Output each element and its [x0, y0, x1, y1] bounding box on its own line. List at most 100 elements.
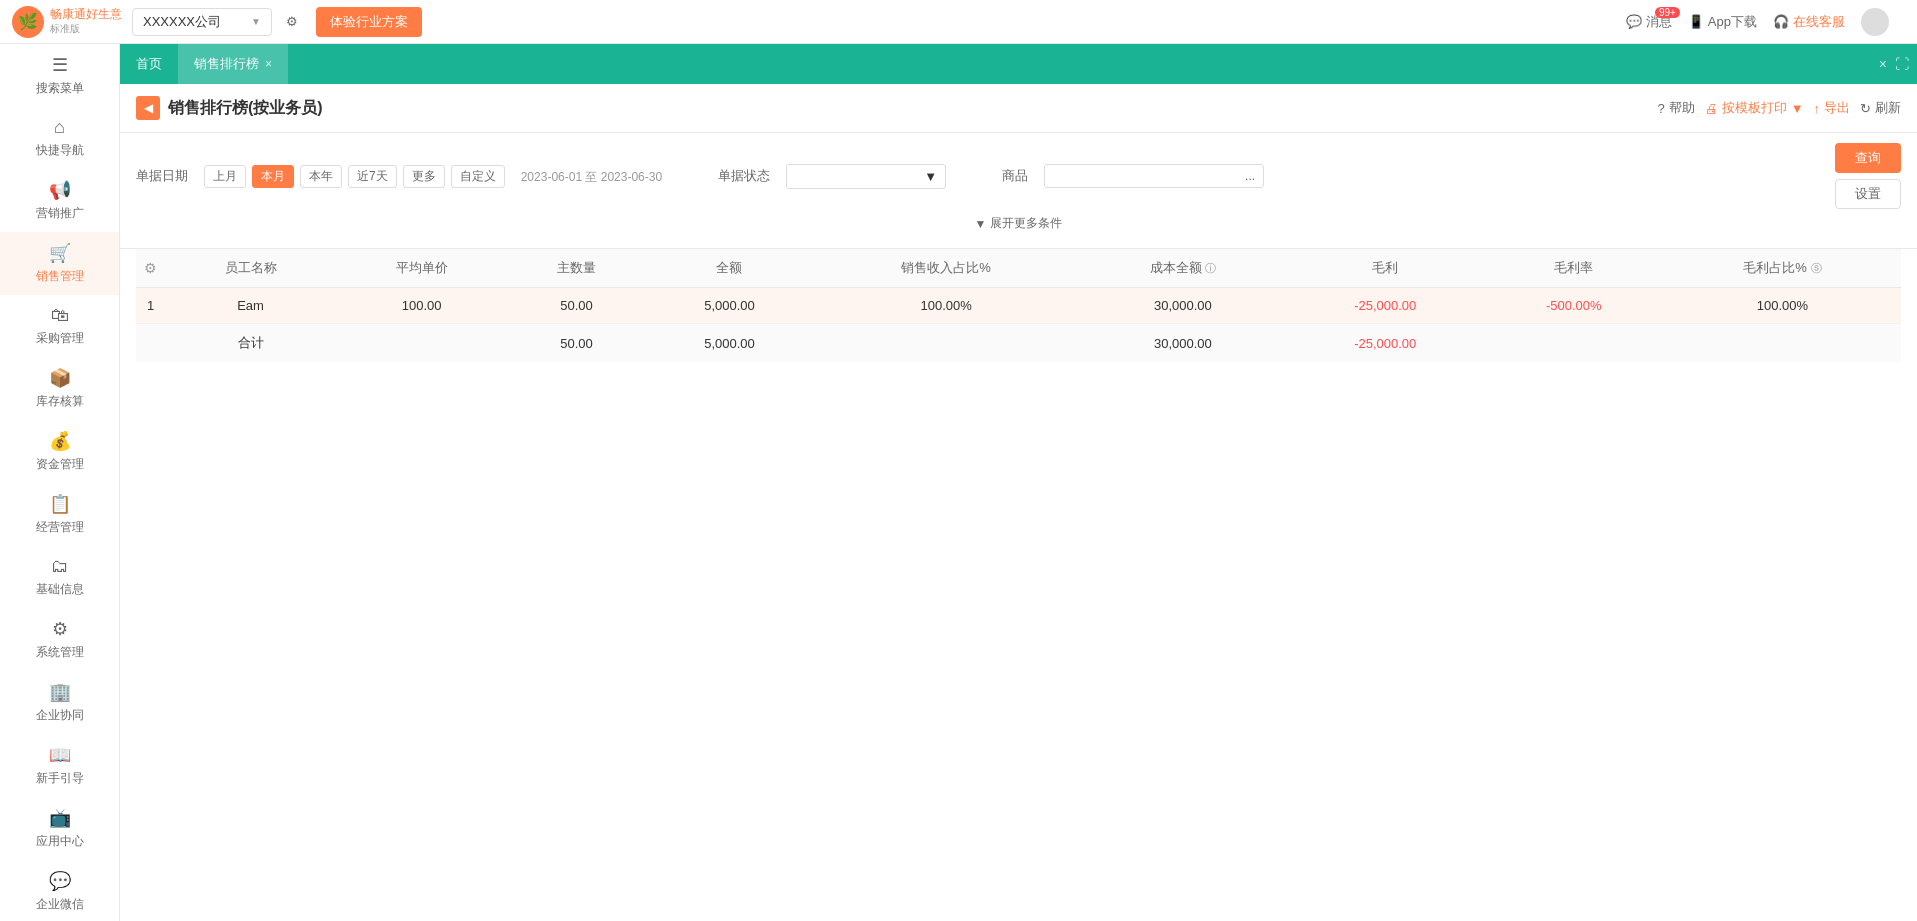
goods-filter-label: 商品 [1002, 167, 1028, 185]
sidebar-label-operation: 经营管理 [36, 519, 84, 536]
help-button[interactable]: ? 帮助 [1657, 99, 1694, 117]
help-label: 帮助 [1669, 99, 1695, 117]
tab-sales-ranking-label: 销售排行榜 [194, 55, 259, 73]
logo-icon: 🌿 [12, 6, 44, 38]
cost-info-icon[interactable]: ⓘ [1205, 262, 1216, 274]
message-icon: 💬 [1626, 14, 1642, 29]
col-gross: 毛利 [1287, 249, 1484, 288]
sidebar-item-quick-nav[interactable]: ⌂ 快捷导航 [0, 107, 119, 169]
sidebar-item-app-center[interactable]: 📺 应用中心 [0, 797, 119, 860]
message-badge: 99+ [1655, 7, 1680, 18]
table-row: 1 Eam 100.00 50.00 5,000.00 100.00% 30,0… [136, 288, 1901, 324]
sidebar-label-finance: 资金管理 [36, 456, 84, 473]
sidebar-item-purchase[interactable]: 🛍 采购管理 [0, 295, 119, 357]
sidebar-label-guide: 新手引导 [36, 770, 84, 787]
tab-maximize-icon[interactable]: ⛶ [1895, 56, 1909, 72]
sidebar-label-search-order: 搜索菜单 [36, 80, 84, 97]
content-area: 首页 销售排行榜 × × ⛶ ◀ 销售排行榜(按业务员) [120, 44, 1917, 921]
sidebar-label-basic-info: 基础信息 [36, 581, 84, 598]
template-print-button[interactable]: 🖨 按模板打印 ▼ [1705, 99, 1804, 117]
refresh-label: 刷新 [1875, 99, 1901, 117]
sidebar-item-enterprise[interactable]: 🏢 企业协同 [0, 671, 119, 734]
date-range-text: 2023-06-01 至 2023-06-30 [521, 169, 662, 186]
inventory-icon: 📦 [49, 367, 71, 389]
goods-more-icon[interactable]: ... [1245, 169, 1255, 183]
tab-right-actions: × ⛶ [1879, 56, 1917, 72]
date-filter-label: 单据日期 [136, 167, 188, 185]
sidebar-label-purchase: 采购管理 [36, 330, 84, 347]
refresh-button[interactable]: ↻ 刷新 [1860, 99, 1901, 117]
export-button[interactable]: ↑ 导出 [1814, 99, 1851, 117]
table-col-settings-icon[interactable]: ⚙ [144, 260, 157, 276]
table-wrapper: ⚙ 员工名称 平均单价 主数量 全额 销售收入占比% 成本全额 ⓘ [120, 249, 1917, 362]
marketing-icon: 📢 [49, 179, 71, 201]
online-service-button[interactable]: 🎧 在线客服 [1773, 13, 1845, 31]
sidebar-item-finance[interactable]: 💰 资金管理 [0, 420, 119, 483]
logo-sub: 标准版 [50, 22, 122, 36]
sidebar-item-basic-info[interactable]: 🗂 基础信息 [0, 546, 119, 608]
cell-amount: 5,000.00 [646, 288, 814, 324]
print-chevron-icon: ▼ [1791, 101, 1804, 116]
filter-row-1: 单据日期 上月 本月 本年 近7天 更多 自定义 2023-06-01 至 20… [136, 143, 1901, 209]
this-year-button[interactable]: 本年 [300, 165, 342, 188]
app-download-button[interactable]: 📱 App下载 [1688, 13, 1757, 31]
gross-pct-info-icon[interactable]: ⓢ [1811, 262, 1822, 274]
query-button[interactable]: 查询 [1835, 143, 1901, 173]
col-avg-price: 平均单价 [336, 249, 507, 288]
expand-more-button[interactable]: ▼ 展开更多条件 [975, 215, 1063, 232]
cell-name: Eam [165, 288, 336, 324]
company-settings-button[interactable]: ⚙ [278, 8, 306, 36]
sidebar-item-system[interactable]: ⚙ 系统管理 [0, 608, 119, 671]
trial-button[interactable]: 体验行业方案 [316, 7, 422, 37]
tab-sales-ranking[interactable]: 销售排行榜 × [178, 44, 288, 84]
date-filter-buttons: 上月 本月 本年 近7天 更多 自定义 [204, 165, 505, 188]
sales-icon: 🛒 [49, 242, 71, 264]
data-table: ⚙ 员工名称 平均单价 主数量 全额 销售收入占比% 成本全额 ⓘ [136, 249, 1901, 362]
status-filter-select[interactable]: ▼ [786, 164, 946, 189]
tab-minimize-icon[interactable]: × [1879, 56, 1887, 72]
message-button[interactable]: 💬 消息 99+ [1626, 13, 1672, 31]
last-month-button[interactable]: 上月 [204, 165, 246, 188]
table-header-row: ⚙ 员工名称 平均单价 主数量 全额 销售收入占比% 成本全额 ⓘ [136, 249, 1901, 288]
sidebar-item-wechat[interactable]: 💬 企业微信 [0, 860, 119, 921]
col-cost: 成本全额 ⓘ [1079, 249, 1287, 288]
tab-home[interactable]: 首页 [120, 44, 178, 84]
this-month-button[interactable]: 本月 [252, 165, 294, 188]
template-print-label: 按模板打印 [1722, 99, 1787, 117]
footer-label: 合计 [165, 324, 336, 363]
tab-close-icon[interactable]: × [265, 57, 272, 71]
enterprise-icon: 🏢 [49, 681, 71, 703]
avatar[interactable] [1861, 8, 1889, 36]
sidebar-label-quick-nav: 快捷导航 [36, 142, 84, 159]
sidebar-item-search-order[interactable]: ☰ 搜索菜单 [0, 44, 119, 107]
footer-avg-price [336, 324, 507, 363]
goods-filter-input[interactable]: ... [1044, 164, 1264, 188]
sidebar-item-marketing[interactable]: 📢 营销推广 [0, 169, 119, 232]
footer-sales-pct [813, 324, 1079, 363]
last-7days-button[interactable]: 近7天 [348, 165, 397, 188]
col-main-qty: 主数量 [507, 249, 645, 288]
sidebar-label-system: 系统管理 [36, 644, 84, 661]
basic-info-icon: 🗂 [51, 556, 69, 577]
finance-icon: 💰 [49, 430, 71, 452]
back-button[interactable]: ◀ [136, 96, 160, 120]
guide-icon: 📖 [49, 744, 71, 766]
page-title: 销售排行榜(按业务员) [168, 98, 323, 119]
more-date-button[interactable]: 更多 [403, 165, 445, 188]
custom-date-button[interactable]: 自定义 [451, 165, 505, 188]
sidebar-item-operation[interactable]: 📋 经营管理 [0, 483, 119, 546]
date-range-display: 2023-06-01 至 2023-06-30 [521, 167, 662, 186]
cell-gross-rate: -500.00% [1484, 288, 1664, 324]
col-settings: ⚙ [136, 249, 165, 288]
sidebar-label-marketing: 营销推广 [36, 205, 84, 222]
settings-button[interactable]: 设置 [1835, 179, 1901, 209]
sidebar-item-inventory[interactable]: 📦 库存核算 [0, 357, 119, 420]
sidebar-item-guide[interactable]: 📖 新手引导 [0, 734, 119, 797]
sidebar-item-sales[interactable]: 🛒 销售管理 [0, 232, 119, 295]
company-selector[interactable]: XXXXXX公司 ▼ [132, 8, 272, 36]
cell-main-qty: 50.00 [507, 288, 645, 324]
sidebar-label-inventory: 库存核算 [36, 393, 84, 410]
print-icon: 🖨 [1705, 101, 1718, 116]
mobile-icon: 📱 [1688, 14, 1704, 29]
status-select-chevron-icon: ▼ [924, 169, 937, 184]
